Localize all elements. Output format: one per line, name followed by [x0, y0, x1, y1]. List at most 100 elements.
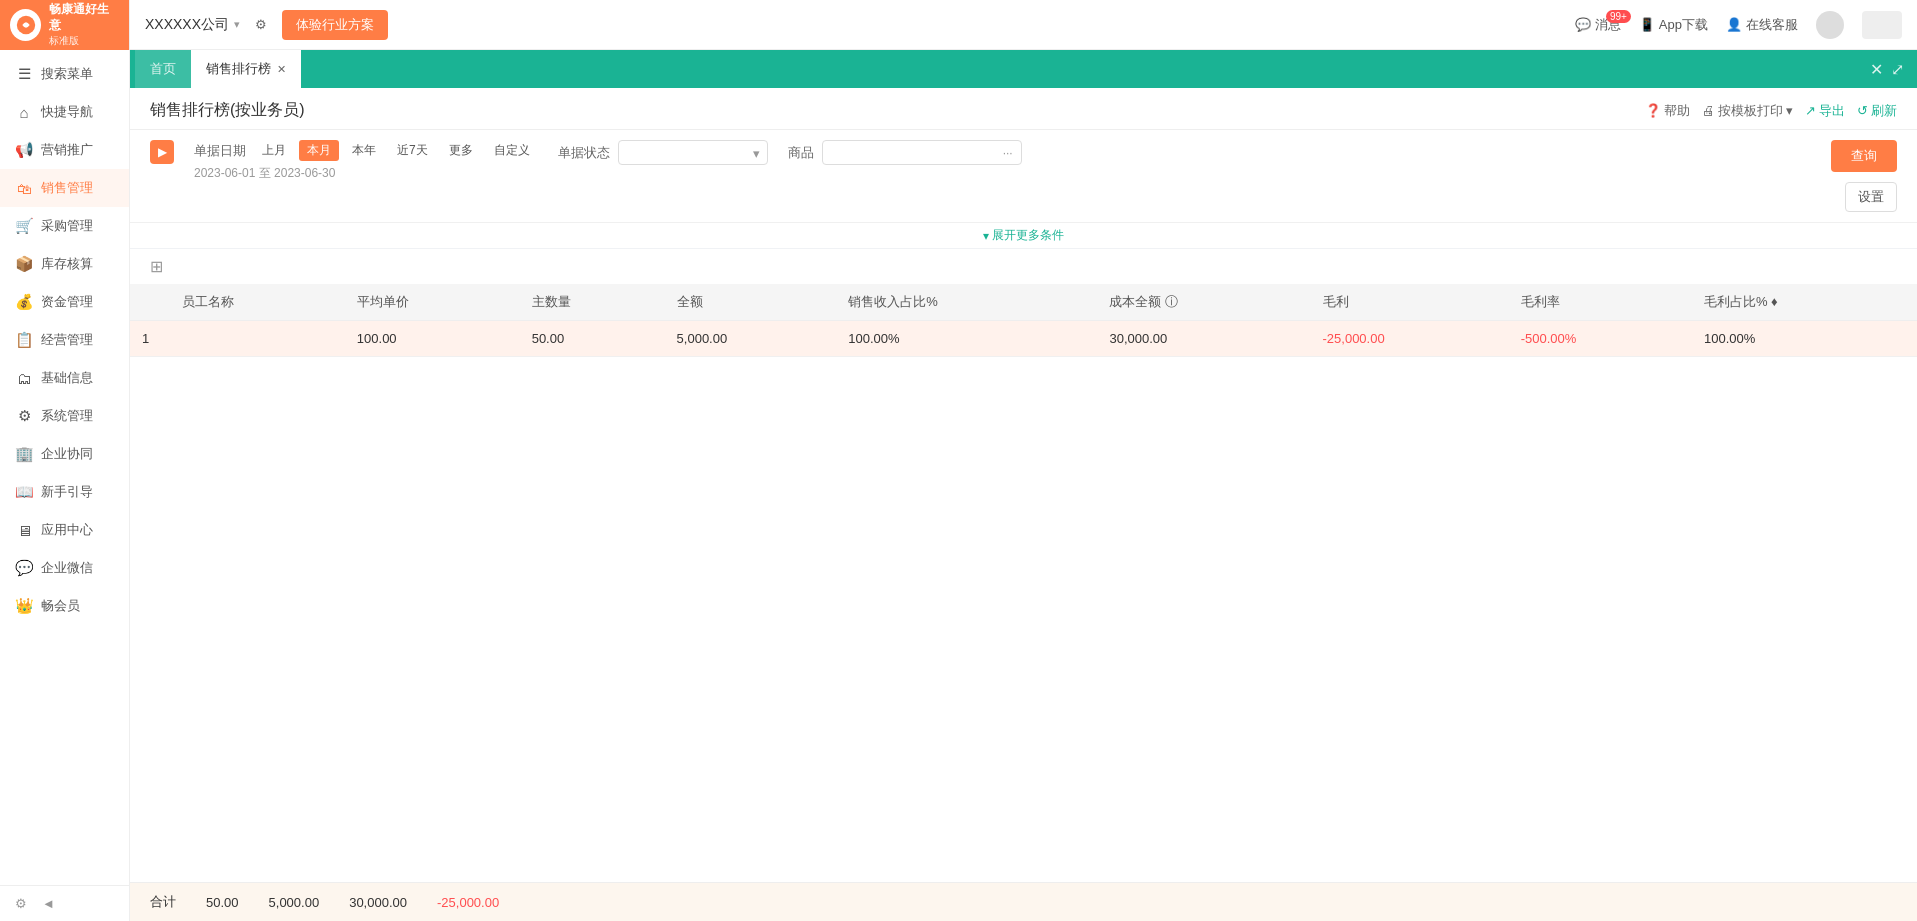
sidebar-item-guide[interactable]: 📖 新手引导 [0, 473, 129, 511]
settings-button[interactable]: 设置 [1845, 182, 1897, 212]
message-btn[interactable]: 💬 消息 99+ [1575, 16, 1621, 34]
export-icon: ↗ [1805, 103, 1816, 118]
sidebar: 畅康通好生意 标准版 ☰ 搜索菜单 ⌂ 快捷导航 📢 营销推广 🛍 销售管理 🛒… [0, 0, 130, 921]
sidebar-item-system[interactable]: ⚙ 系统管理 [0, 397, 129, 435]
sidebar-item-label: 库存核算 [41, 255, 93, 273]
app-download-btn[interactable]: 📱 App下载 [1639, 16, 1708, 34]
sidebar-item-inventory[interactable]: 📦 库存核算 [0, 245, 129, 283]
right-actions: 查询 设置 [1831, 140, 1897, 212]
cell-qty: 50.00 [520, 321, 665, 357]
date-option-current[interactable]: 本月 [299, 140, 339, 161]
user-name-area[interactable] [1862, 11, 1902, 39]
date-option-prev[interactable]: 上月 [254, 140, 294, 161]
sidebar-item-label: 畅会员 [41, 597, 80, 615]
sidebar-item-purchase[interactable]: 🛒 采购管理 [0, 207, 129, 245]
col-name: 员工名称 [170, 284, 345, 321]
sidebar-item-enterprise[interactable]: 🏢 企业协同 [0, 435, 129, 473]
date-option-year[interactable]: 本年 [344, 140, 384, 161]
sidebar-item-app-center[interactable]: 🖥 应用中心 [0, 511, 129, 549]
company-name: XXXXXX公司 [145, 16, 229, 34]
date-option-more[interactable]: 更多 [441, 140, 481, 161]
cell-rank: 1 [130, 321, 170, 357]
tab-home[interactable]: 首页 [135, 50, 191, 88]
query-button[interactable]: 查询 [1831, 140, 1897, 172]
cell-name [170, 321, 345, 357]
sidebar-item-basic-info[interactable]: 🗂 基础信息 [0, 359, 129, 397]
sidebar-item-label: 快捷导航 [41, 103, 93, 121]
sidebar-item-label: 应用中心 [41, 521, 93, 539]
inventory-icon: 📦 [15, 255, 33, 273]
sidebar-item-label: 搜索菜单 [41, 65, 93, 83]
filter-section: ▶ 单据日期 上月 本月 本年 近7天 更多 自定义 [130, 130, 1917, 222]
sidebar-item-marketing[interactable]: 📢 营销推广 [0, 131, 129, 169]
filter-expand-arrow[interactable]: ▶ [150, 140, 174, 164]
table-row[interactable]: 1 100.00 50.00 5,000.00 100.00% 30,000.0… [130, 321, 1917, 357]
sidebar-item-quick-nav[interactable]: ⌂ 快捷导航 [0, 93, 129, 131]
mobile-icon: 📱 [1639, 17, 1655, 32]
app-label: App下载 [1659, 16, 1708, 34]
goods-input[interactable] [831, 145, 999, 160]
tab-restore-icon[interactable]: ⤢ [1891, 60, 1904, 79]
topbar: XXXXXX公司 ▾ ⚙ 体验行业方案 💬 消息 99+ 📱 App下载 👤 在… [130, 0, 1917, 50]
home-icon: ⌂ [15, 104, 33, 121]
sidebar-item-label: 系统管理 [41, 407, 93, 425]
topbar-settings-icon[interactable]: ⚙ [255, 17, 267, 32]
sidebar-item-finance[interactable]: 💰 资金管理 [0, 283, 129, 321]
expand-down-icon: ▾ [983, 229, 989, 243]
cell-sales-ratio: 100.00% [836, 321, 1097, 357]
tab-sales-rank[interactable]: 销售排行榜 ✕ [191, 50, 301, 88]
sidebar-item-search-order[interactable]: ☰ 搜索菜单 [0, 55, 129, 93]
refresh-btn[interactable]: ↺ 刷新 [1857, 102, 1897, 120]
table-wrapper: 员工名称 平均单价 主数量 全额 销售收入占比% 成本全额 ⓘ 毛利 毛利率 毛… [130, 284, 1917, 882]
col-avg-price: 平均单价 [345, 284, 520, 321]
system-icon: ⚙ [15, 407, 33, 425]
sidebar-item-operation[interactable]: 📋 经营管理 [0, 321, 129, 359]
goods-more-icon[interactable]: ··· [1003, 146, 1013, 160]
message-icon: 💬 [1575, 17, 1591, 32]
sidebar-collapse-icon[interactable]: ◄ [42, 896, 55, 911]
column-settings-icon[interactable]: ⊞ [150, 257, 163, 276]
sidebar-logo: 畅康通好生意 标准版 [0, 0, 129, 50]
cell-avg-price: 100.00 [345, 321, 520, 357]
export-btn[interactable]: ↗ 导出 [1805, 102, 1845, 120]
help-btn[interactable]: ❓ 帮助 [1645, 102, 1690, 120]
company-selector[interactable]: XXXXXX公司 ▾ [145, 16, 240, 34]
sidebar-item-wechat[interactable]: 💬 企业微信 [0, 549, 129, 587]
cell-amount: 5,000.00 [665, 321, 837, 357]
sidebar-item-member[interactable]: 👑 畅会员 [0, 587, 129, 625]
message-badge: 99+ [1606, 10, 1631, 23]
footer-amount-value: 5,000.00 [269, 895, 320, 910]
guide-icon: 📖 [15, 483, 33, 501]
marketing-icon: 📢 [15, 141, 33, 159]
basic-info-icon: 🗂 [15, 370, 33, 387]
status-label: 单据状态 [558, 144, 610, 162]
wechat-icon: 💬 [15, 559, 33, 577]
goods-filter-group: 商品 ··· [788, 140, 1022, 165]
template-print-btn[interactable]: 🖨 按模板打印 ▾ [1702, 102, 1793, 120]
sidebar-item-label: 采购管理 [41, 217, 93, 235]
sidebar-settings-icon[interactable]: ⚙ [15, 896, 27, 911]
page-actions: ❓ 帮助 🖨 按模板打印 ▾ ↗ 导出 ↺ 刷新 [1645, 102, 1897, 120]
table-toolbar: ⊞ [130, 249, 1917, 284]
date-option-custom[interactable]: 自定义 [486, 140, 538, 161]
table-header-row: 员工名称 平均单价 主数量 全额 销售收入占比% 成本全额 ⓘ 毛利 毛利率 毛… [130, 284, 1917, 321]
tab-close-all-icon[interactable]: ✕ [1870, 60, 1883, 79]
online-service-btn[interactable]: 👤 在线客服 [1726, 16, 1798, 34]
member-icon: 👑 [15, 597, 33, 615]
status-select[interactable] [618, 140, 768, 165]
sales-icon: 🛍 [15, 180, 33, 197]
user-avatar[interactable] [1816, 11, 1844, 39]
tab-close-icon[interactable]: ✕ [277, 63, 286, 76]
sidebar-item-sales[interactable]: 🛍 销售管理 [0, 169, 129, 207]
company-dropdown-icon: ▾ [234, 18, 240, 31]
logo-icon [10, 9, 41, 41]
sidebar-item-label: 经营管理 [41, 331, 93, 349]
expand-more-btn[interactable]: ▾ 展开更多条件 [983, 227, 1064, 244]
date-option-week[interactable]: 近7天 [389, 140, 436, 161]
status-filter-group: 单据状态 [558, 140, 768, 165]
trial-btn[interactable]: 体验行业方案 [282, 10, 388, 40]
cell-gross: -25,000.00 [1311, 321, 1509, 357]
finance-icon: 💰 [15, 293, 33, 311]
sidebar-item-label: 资金管理 [41, 293, 93, 311]
page-title-row: 销售排行榜(按业务员) ❓ 帮助 🖨 按模板打印 ▾ ↗ 导出 [150, 100, 1897, 129]
